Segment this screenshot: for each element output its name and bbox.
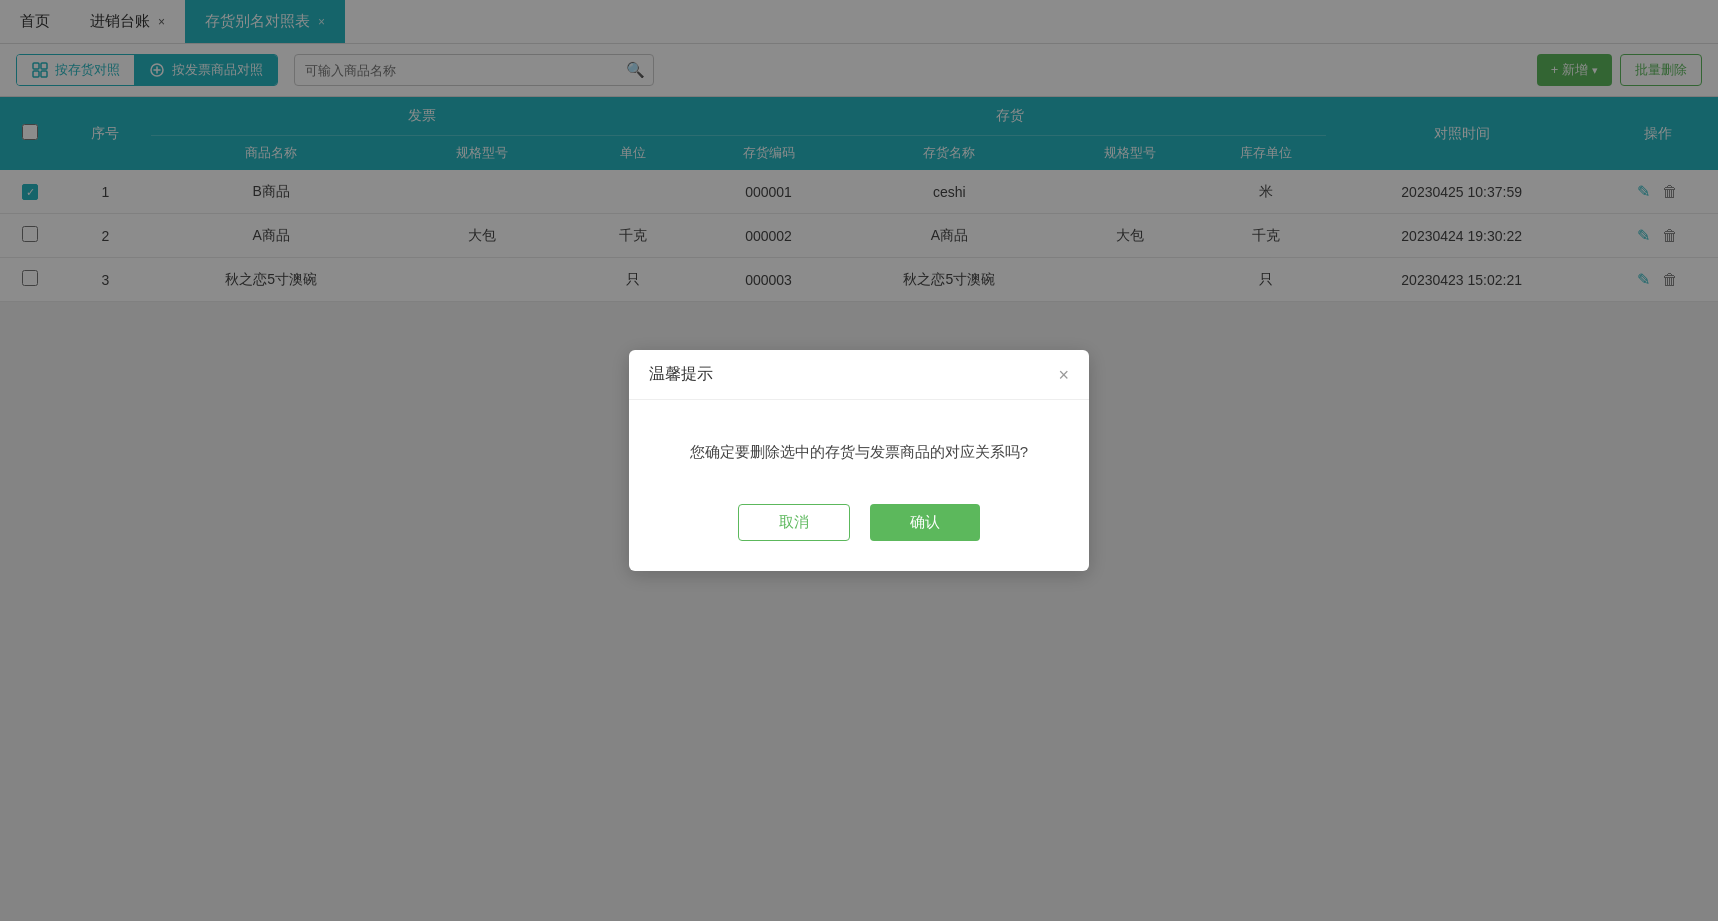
dialog-header: 温馨提示 × [629,350,1089,400]
dialog-overlay: 温馨提示 × 您确定要删除选中的存货与发票商品的对应关系吗? 取消 确认 [0,0,1718,602]
dialog-cancel-button[interactable]: 取消 [738,504,850,541]
dialog-close-button[interactable]: × [1058,366,1069,384]
dialog-message: 您确定要删除选中的存货与发票商品的对应关系吗? [690,443,1028,460]
dialog-title: 温馨提示 [649,364,713,385]
dialog-body: 您确定要删除选中的存货与发票商品的对应关系吗? [629,400,1089,494]
confirm-dialog: 温馨提示 × 您确定要删除选中的存货与发票商品的对应关系吗? 取消 确认 [629,350,1089,571]
dialog-confirm-button[interactable]: 确认 [870,504,980,541]
dialog-footer: 取消 确认 [629,494,1089,571]
